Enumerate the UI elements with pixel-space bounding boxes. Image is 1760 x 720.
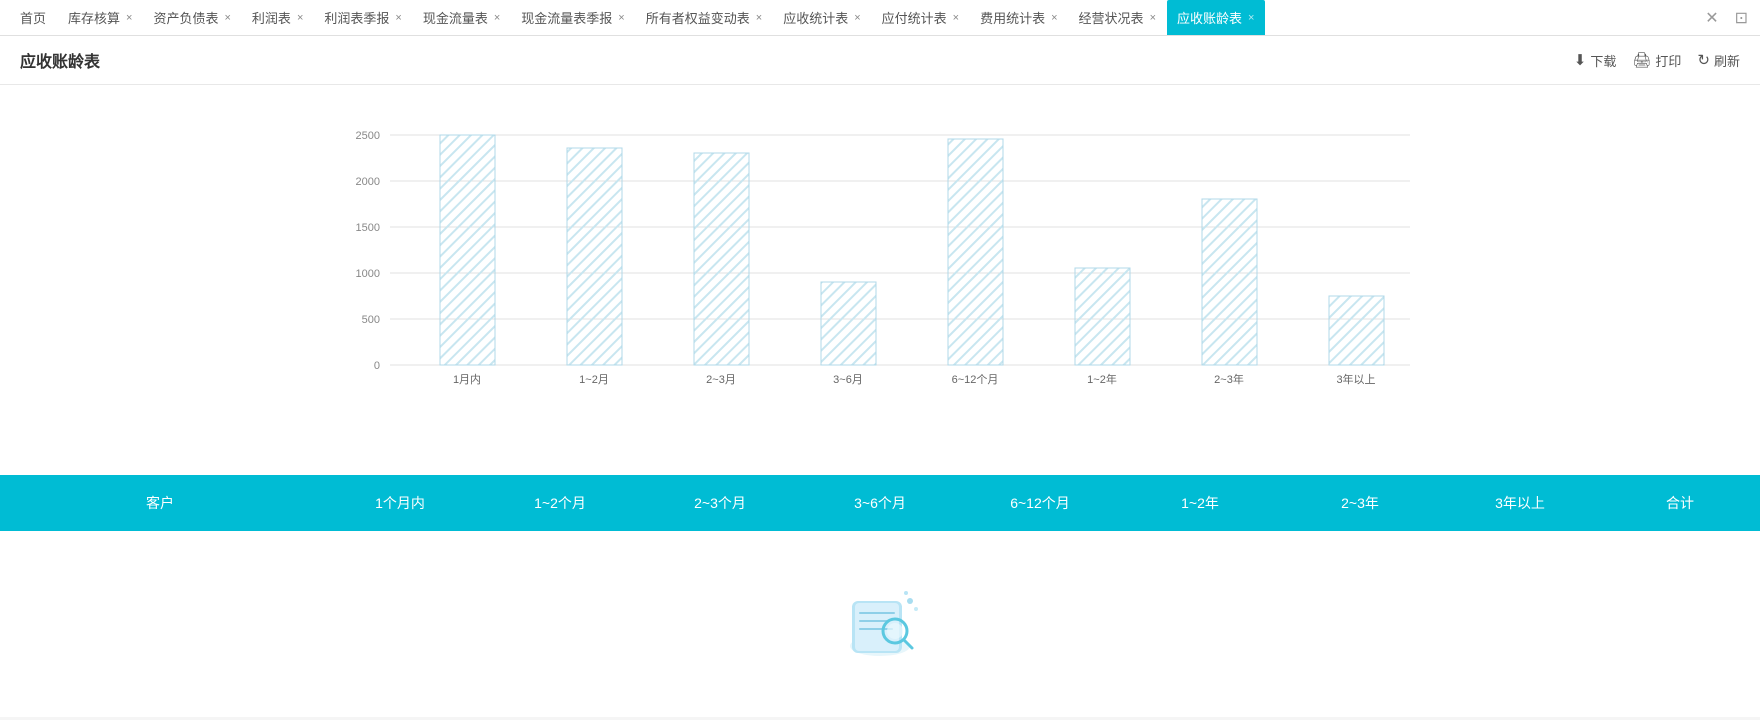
window-maximize-button[interactable]: ⊡ xyxy=(1731,8,1752,28)
tab-close-equity[interactable]: × xyxy=(756,12,762,24)
download-button[interactable]: ⬇ 下载 xyxy=(1574,51,1617,70)
header-actions: ⬇ 下载 🖨 打印 ↻ 刷新 xyxy=(1574,51,1740,70)
print-icon: 🖨 xyxy=(1632,51,1651,69)
bar-6~12个月 xyxy=(948,139,1003,365)
tab-profit-quarterly[interactable]: 利润表季报 × xyxy=(314,0,412,36)
svg-text:3~6月: 3~6月 xyxy=(833,374,863,386)
bar-2~3月 xyxy=(694,153,749,365)
svg-text:1~2月: 1~2月 xyxy=(579,374,609,386)
tab-close-ap-stat[interactable]: × xyxy=(953,12,959,24)
empty-state xyxy=(0,531,1760,671)
svg-text:6~12个月: 6~12个月 xyxy=(952,373,999,386)
tab-inventory[interactable]: 库存核算 × xyxy=(58,0,143,36)
th-1month: 1个月内 xyxy=(320,493,480,513)
window-controls: ✕ ⊡ xyxy=(1701,8,1752,28)
bar-1~2年 xyxy=(1075,268,1130,365)
tab-operations[interactable]: 经营状况表 × xyxy=(1069,0,1167,36)
tab-equity[interactable]: 所有者权益变动表 × xyxy=(636,0,773,36)
tab-close-ar-stat[interactable]: × xyxy=(854,12,860,24)
bar-3年以上 xyxy=(1329,296,1384,365)
th-6-12month: 6~12个月 xyxy=(960,493,1120,513)
tab-close-balance[interactable]: × xyxy=(224,12,230,24)
bar-3~6月 xyxy=(821,282,876,365)
window-close-button[interactable]: ✕ xyxy=(1701,8,1722,28)
svg-text:500: 500 xyxy=(362,314,380,326)
chart-area: 0 500 1000 1500 2000 2500 1月内 xyxy=(0,85,1760,475)
svg-text:1000: 1000 xyxy=(356,268,380,280)
th-1-2month: 1~2个月 xyxy=(480,493,640,513)
tab-close-expense[interactable]: × xyxy=(1051,12,1057,24)
download-icon: ⬇ xyxy=(1574,51,1587,69)
refresh-icon: ↻ xyxy=(1697,51,1710,69)
tab-close-cashflow-quarterly[interactable]: × xyxy=(618,12,624,24)
page-title: 应收账龄表 xyxy=(20,48,100,72)
th-3plus: 3年以上 xyxy=(1440,493,1600,513)
tab-ar-aging[interactable]: 应收账龄表 × xyxy=(1167,0,1265,36)
svg-text:3年以上: 3年以上 xyxy=(1336,372,1375,386)
bar-1月内 xyxy=(440,135,495,365)
print-button[interactable]: 🖨 打印 xyxy=(1632,51,1681,70)
th-2-3year: 2~3年 xyxy=(1280,493,1440,513)
bar-1~2月 xyxy=(567,148,622,365)
tab-close-inventory[interactable]: × xyxy=(126,12,132,24)
tab-close-operations[interactable]: × xyxy=(1150,12,1156,24)
page-header: 应收账龄表 ⬇ 下载 🖨 打印 ↻ 刷新 xyxy=(0,36,1760,85)
svg-text:2~3年: 2~3年 xyxy=(1214,372,1244,386)
tab-balance[interactable]: 资产负债表 × xyxy=(143,0,241,36)
tab-close-ar-aging[interactable]: × xyxy=(1248,12,1254,24)
tab-cashflow[interactable]: 现金流量表 × xyxy=(413,0,511,36)
th-customer: 客户 xyxy=(0,493,320,513)
bar-chart: 0 500 1000 1500 2000 2500 1月内 xyxy=(40,105,1720,405)
tab-close-cashflow[interactable]: × xyxy=(494,12,500,24)
chart-container: 0 500 1000 1500 2000 2500 1月内 xyxy=(40,105,1720,405)
tab-ar-stat[interactable]: 应收统计表 × xyxy=(773,0,871,36)
th-1-2year: 1~2年 xyxy=(1120,493,1280,513)
table-header: 客户 1个月内 1~2个月 2~3个月 3~6个月 6~12个月 1~2年 2~… xyxy=(0,475,1760,531)
empty-illustration xyxy=(830,571,930,671)
tab-close-profit[interactable]: × xyxy=(297,12,303,24)
tab-home[interactable]: 首页 xyxy=(8,8,58,27)
tab-profit[interactable]: 利润表 × xyxy=(242,0,314,36)
refresh-button[interactable]: ↻ 刷新 xyxy=(1697,51,1740,70)
svg-text:2500: 2500 xyxy=(356,130,380,142)
svg-text:1月内: 1月内 xyxy=(453,372,481,386)
svg-text:0: 0 xyxy=(374,360,380,372)
main-content: 0 500 1000 1500 2000 2500 1月内 xyxy=(0,85,1760,717)
tab-ap-stat[interactable]: 应付统计表 × xyxy=(872,0,970,36)
svg-text:1~2年: 1~2年 xyxy=(1087,372,1117,386)
th-total: 合计 xyxy=(1600,493,1760,513)
svg-text:1500: 1500 xyxy=(356,222,380,234)
tab-cashflow-quarterly[interactable]: 现金流量表季报 × xyxy=(511,0,635,36)
bar-2~3年 xyxy=(1202,199,1257,365)
tab-close-profit-quarterly[interactable]: × xyxy=(395,12,401,24)
th-3-6month: 3~6个月 xyxy=(800,493,960,513)
tab-bar: 首页 库存核算 × 资产负债表 × 利润表 × 利润表季报 × 现金流量表 × … xyxy=(0,0,1760,36)
th-2-3month: 2~3个月 xyxy=(640,493,800,513)
svg-text:2000: 2000 xyxy=(356,176,380,188)
tab-expense[interactable]: 费用统计表 × xyxy=(970,0,1068,36)
svg-text:2~3月: 2~3月 xyxy=(706,374,736,386)
